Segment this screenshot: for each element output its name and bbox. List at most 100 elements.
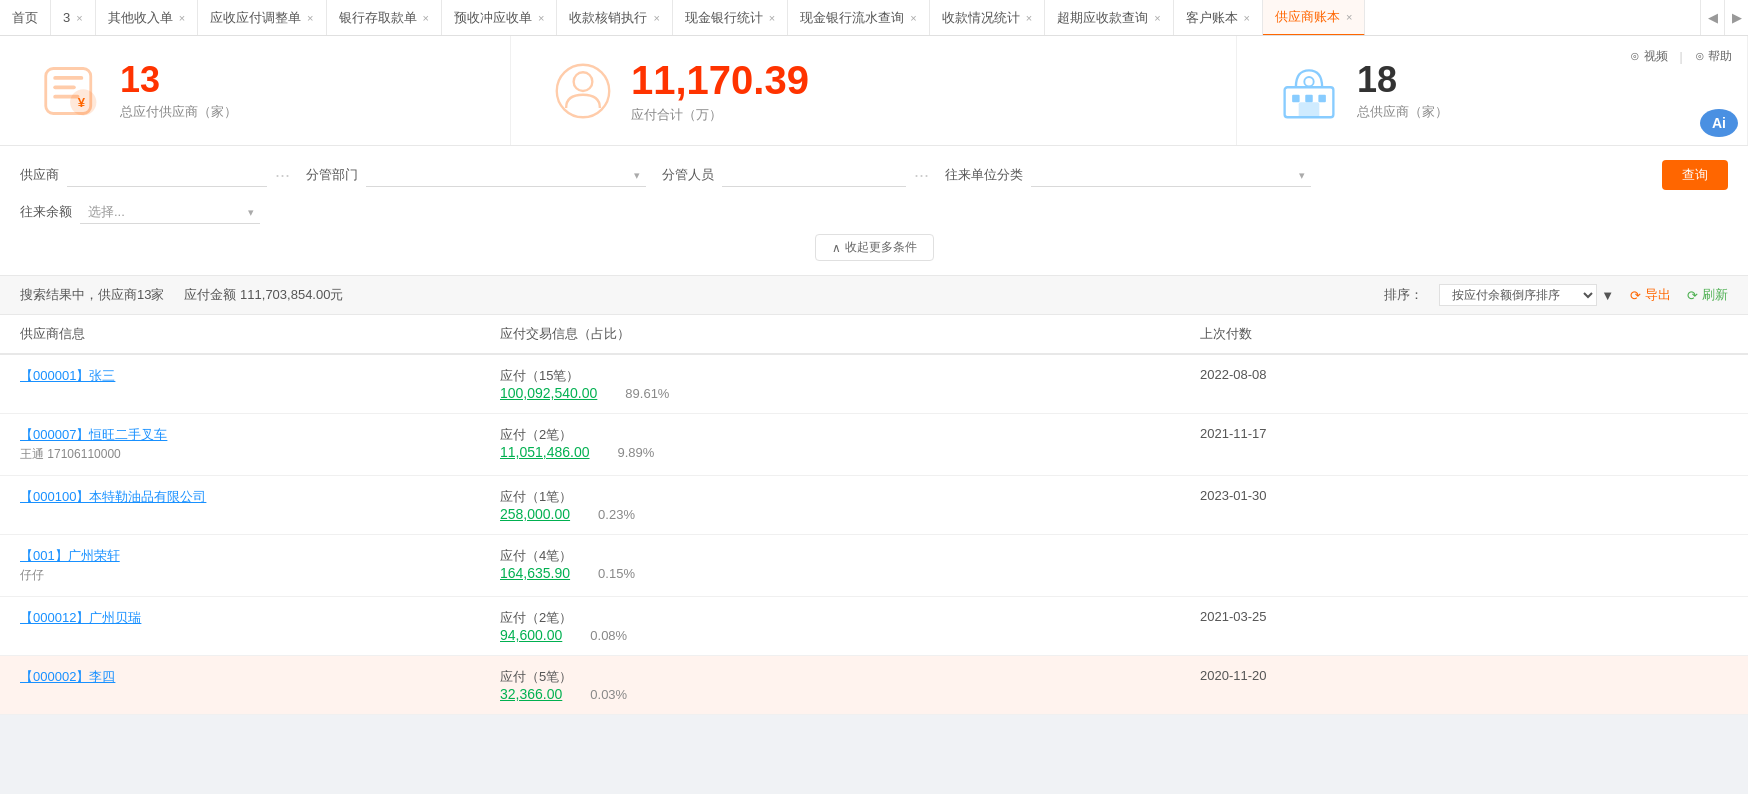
table-row: 【000001】张三 应付（15笔） 100,092,540.00 89.61%… bbox=[0, 355, 1748, 414]
top-navigation: 首页 3 × 其他收入单 × 应收应付调整单 × 银行存取款单 × 预收冲应收单… bbox=[0, 0, 1748, 36]
results-summary: 搜索结果中，供应商13家 应付金额 111,703,854.00元 bbox=[20, 286, 343, 304]
nav-next-button[interactable]: ▶ bbox=[1724, 0, 1748, 36]
supplier-label: 供应商 bbox=[20, 166, 59, 184]
supplier-link-4[interactable]: 【000012】广州贝瑞 bbox=[20, 610, 141, 625]
filter-unit-class: 往来单位分类 ▾ bbox=[945, 163, 1311, 187]
supplier-dots-icon[interactable]: ··· bbox=[275, 165, 290, 186]
refresh-icon: ⟳ bbox=[1687, 288, 1698, 303]
payable-total-icon bbox=[551, 59, 615, 123]
person-input[interactable] bbox=[722, 163, 906, 187]
lastpay-2: 2023-01-30 bbox=[1200, 488, 1728, 503]
stat-content-payable: 13 总应付供应商（家） bbox=[120, 60, 237, 122]
nav-tab-receipt-verify[interactable]: 收款核销执行 × bbox=[557, 0, 672, 36]
transaction-amount-4[interactable]: 94,600.00 bbox=[500, 627, 562, 643]
transaction-pct-5: 0.03% bbox=[590, 687, 627, 702]
collapse-up-icon: ∧ bbox=[832, 241, 841, 255]
filter-balance: 往来余额 选择... ▾ bbox=[20, 200, 260, 224]
supplier-link-5[interactable]: 【000002】李四 bbox=[20, 669, 115, 684]
lastpay-5: 2020-11-20 bbox=[1200, 668, 1728, 683]
transaction-amount-0[interactable]: 100,092,540.00 bbox=[500, 385, 597, 401]
cash-bank-flow-label: 现金银行流水查询 bbox=[800, 9, 904, 27]
divider: | bbox=[1680, 50, 1683, 64]
supplier-link-0[interactable]: 【000001】张三 bbox=[20, 368, 115, 383]
supplier-link-3[interactable]: 【001】广州荣轩 bbox=[20, 548, 120, 563]
supplier-info-0: 【000001】张三 bbox=[20, 367, 500, 385]
close-icon[interactable]: × bbox=[1026, 12, 1032, 24]
transaction-amount-2[interactable]: 258,000.00 bbox=[500, 506, 570, 522]
query-button[interactable]: 查询 bbox=[1662, 160, 1728, 190]
stat-content-total: 11,170.39 应付合计（万） bbox=[631, 58, 809, 124]
dept-select[interactable] bbox=[366, 163, 646, 187]
close-icon[interactable]: × bbox=[76, 12, 82, 24]
nav-tab-bank-deposit[interactable]: 银行存取款单 × bbox=[327, 0, 442, 36]
transaction-amount-row-2: 258,000.00 0.23% bbox=[500, 506, 1200, 522]
nav-tab-supplier-ledger[interactable]: 供应商账本 × bbox=[1263, 0, 1365, 36]
close-icon[interactable]: × bbox=[653, 12, 659, 24]
export-icon: ⟳ bbox=[1630, 288, 1641, 303]
nav-arrows: ◀ ▶ bbox=[1700, 0, 1748, 36]
help-link[interactable]: ⊙ 帮助 bbox=[1695, 48, 1732, 65]
video-link[interactable]: ⊙ 视频 bbox=[1630, 48, 1667, 65]
top-right-links: ⊙ 视频 | ⊙ 帮助 bbox=[1630, 48, 1732, 65]
tab-3-label: 3 bbox=[63, 10, 70, 25]
supplier-input[interactable] bbox=[67, 163, 267, 187]
transaction-title-5: 应付（5笔） bbox=[500, 668, 1200, 686]
close-icon[interactable]: × bbox=[1154, 12, 1160, 24]
balance-select[interactable]: 选择... bbox=[80, 200, 260, 224]
table-header: 供应商信息 应付交易信息（占比） 上次付数 bbox=[0, 315, 1748, 355]
nav-tab-cash-bank-flow[interactable]: 现金银行流水查询 × bbox=[788, 0, 929, 36]
transaction-amount-5[interactable]: 32,366.00 bbox=[500, 686, 562, 702]
payable-total-number: 11,170.39 bbox=[631, 58, 809, 102]
bank-deposit-label: 银行存取款单 bbox=[339, 9, 417, 27]
close-icon[interactable]: × bbox=[179, 12, 185, 24]
transaction-amount-3[interactable]: 164,635.90 bbox=[500, 565, 570, 581]
unit-class-select[interactable] bbox=[1031, 163, 1311, 187]
close-icon[interactable]: × bbox=[769, 12, 775, 24]
close-icon[interactable]: × bbox=[1346, 11, 1352, 23]
supplier-sub-1: 王通 17106110000 bbox=[20, 446, 500, 463]
unit-class-label: 往来单位分类 bbox=[945, 166, 1023, 184]
nav-tab-prepay-offset[interactable]: 预收冲应收单 × bbox=[442, 0, 557, 36]
nav-tab-other-income[interactable]: 其他收入单 × bbox=[96, 0, 198, 36]
nav-tab-cash-bank-stat[interactable]: 现金银行统计 × bbox=[673, 0, 788, 36]
results-bar: 搜索结果中，供应商13家 应付金额 111,703,854.00元 排序： 按应… bbox=[0, 276, 1748, 315]
lastpay-4: 2021-03-25 bbox=[1200, 609, 1728, 624]
supplier-link-1[interactable]: 【000007】恒旺二手叉车 bbox=[20, 427, 167, 442]
transaction-title-3: 应付（4笔） bbox=[500, 547, 1200, 565]
table-row: 【000100】本特勒油品有限公司 应付（1笔） 258,000.00 0.23… bbox=[0, 476, 1748, 535]
total-suppliers-icon bbox=[1277, 59, 1341, 123]
close-icon[interactable]: × bbox=[910, 12, 916, 24]
sort-select[interactable]: 按应付余额倒序排序 bbox=[1439, 284, 1597, 306]
supplier-info-1: 【000007】恒旺二手叉车 王通 17106110000 bbox=[20, 426, 500, 463]
transaction-title-0: 应付（15笔） bbox=[500, 367, 1200, 385]
nav-tab-3[interactable]: 3 × bbox=[51, 0, 96, 36]
ai-badge[interactable]: Ai bbox=[1700, 109, 1738, 137]
nav-tab-home[interactable]: 首页 bbox=[0, 0, 51, 36]
nav-tab-overdue-query[interactable]: 超期应收款查询 × bbox=[1045, 0, 1173, 36]
nav-tab-receipt-stat[interactable]: 收款情况统计 × bbox=[930, 0, 1045, 36]
nav-tab-customer-ledger[interactable]: 客户账本 × bbox=[1174, 0, 1263, 36]
col-header-transaction: 应付交易信息（占比） bbox=[500, 325, 1200, 343]
transaction-amount-row-4: 94,600.00 0.08% bbox=[500, 627, 1200, 643]
sort-down-icon: ▼ bbox=[1601, 288, 1614, 303]
close-icon[interactable]: × bbox=[538, 12, 544, 24]
export-button[interactable]: ⟳ 导出 bbox=[1630, 286, 1671, 304]
total-suppliers-number: 18 bbox=[1357, 60, 1448, 100]
person-dots-icon[interactable]: ··· bbox=[914, 165, 929, 186]
nav-prev-button[interactable]: ◀ bbox=[1700, 0, 1724, 36]
transaction-info-5: 应付（5笔） 32,366.00 0.03% bbox=[500, 668, 1200, 702]
transaction-amount-1[interactable]: 11,051,486.00 bbox=[500, 444, 590, 460]
close-icon[interactable]: × bbox=[423, 12, 429, 24]
transaction-amount-row-3: 164,635.90 0.15% bbox=[500, 565, 1200, 581]
transaction-pct-0: 89.61% bbox=[625, 386, 669, 401]
close-icon[interactable]: × bbox=[1244, 12, 1250, 24]
close-icon[interactable]: × bbox=[307, 12, 313, 24]
nav-tab-adjustment[interactable]: 应收应付调整单 × bbox=[198, 0, 326, 36]
payable-suppliers-label: 总应付供应商（家） bbox=[120, 103, 237, 121]
supplier-link-2[interactable]: 【000100】本特勒油品有限公司 bbox=[20, 489, 206, 504]
sort-select-wrap: 按应付余额倒序排序 ▼ bbox=[1439, 284, 1614, 306]
refresh-button[interactable]: ⟳ 刷新 bbox=[1687, 286, 1728, 304]
filter-row-2: 往来余额 选择... ▾ bbox=[20, 200, 1728, 224]
collapse-button[interactable]: ∧ 收起更多条件 bbox=[815, 234, 934, 261]
prepay-offset-label: 预收冲应收单 bbox=[454, 9, 532, 27]
